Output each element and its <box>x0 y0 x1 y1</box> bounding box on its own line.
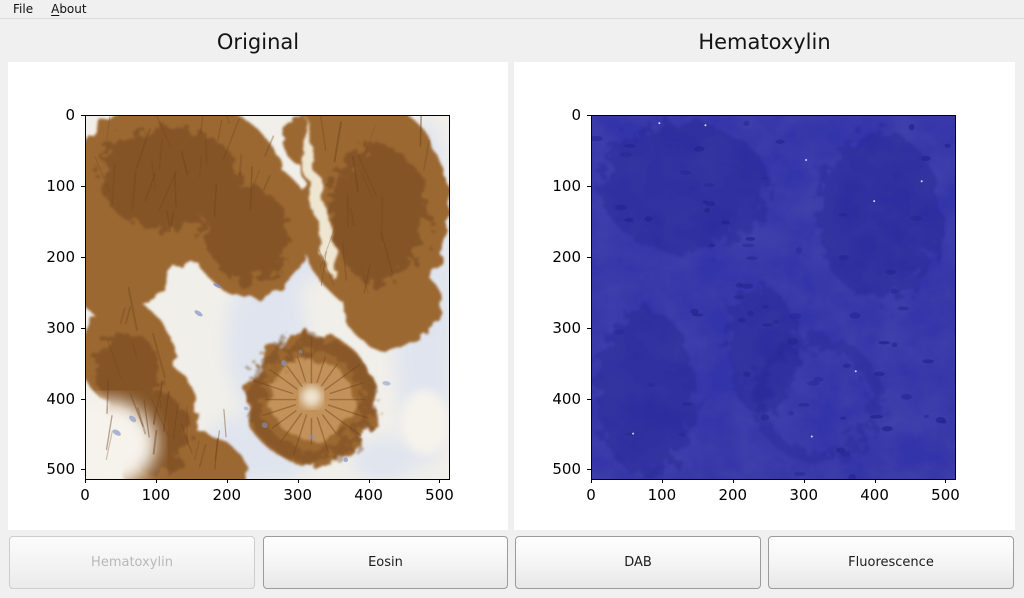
x-tick-label: 300 <box>283 486 312 504</box>
x-tick-label: 400 <box>354 486 383 504</box>
x-tick-label: 100 <box>141 486 171 504</box>
x-tick-label: 200 <box>718 486 748 504</box>
y-tickmark <box>81 469 85 471</box>
y-tick-label: 0 <box>571 106 581 124</box>
hematoxylin-panel-title: Hematoxylin <box>698 30 831 54</box>
eosin-button[interactable]: Eosin <box>263 536 508 589</box>
x-tickmark <box>439 479 441 483</box>
x-tickmark <box>732 479 734 483</box>
y-tickmark <box>81 398 85 400</box>
y-tick-label: 500 <box>552 460 581 479</box>
x-tickmark <box>85 479 86 483</box>
y-tick-label: 400 <box>552 389 581 408</box>
y-tickmark <box>81 327 85 329</box>
y-tick-label: 300 <box>46 318 75 337</box>
x-tick-label: 200 <box>212 486 242 504</box>
x-tickmark <box>368 479 370 483</box>
menu-item-file[interactable]: File <box>4 0 42 19</box>
x-tickmark <box>155 479 157 483</box>
y-tickmark <box>81 256 85 258</box>
y-tick-label: 100 <box>552 176 581 195</box>
y-tickmark <box>587 469 591 471</box>
y-tickmark <box>81 185 85 187</box>
hematoxylin-channel-image <box>592 116 955 479</box>
y-tickmark <box>587 185 591 187</box>
dab-button[interactable]: DAB <box>515 536 761 589</box>
hematoxylin-plot-frame <box>591 115 956 480</box>
menu-bar: File About <box>0 0 1024 19</box>
x-tick-label: 500 <box>425 486 454 504</box>
y-tick-label: 300 <box>552 318 581 337</box>
menu-item-about[interactable]: About <box>42 0 96 19</box>
x-tick-label: 300 <box>789 486 818 504</box>
y-tick-label: 0 <box>65 106 75 124</box>
x-tickmark <box>803 479 805 483</box>
y-tickmark <box>587 327 591 329</box>
y-tick-label: 500 <box>46 460 75 479</box>
y-tick-label: 100 <box>46 176 75 195</box>
y-tickmark <box>587 398 591 400</box>
y-tickmark <box>81 115 85 116</box>
x-tickmark <box>661 479 663 483</box>
y-tickmark <box>587 115 591 116</box>
y-tickmark <box>587 256 591 258</box>
x-tickmark <box>874 479 876 483</box>
x-tickmark <box>297 479 299 483</box>
x-tickmark <box>226 479 228 483</box>
x-tick-label: 400 <box>860 486 889 504</box>
original-plot-frame <box>85 115 450 480</box>
x-tickmark <box>945 479 947 483</box>
x-tickmark <box>591 479 592 483</box>
original-panel-title: Original <box>216 30 300 54</box>
original-histology-image <box>86 116 449 479</box>
hematoxylin-button[interactable]: Hematoxylin <box>9 536 255 589</box>
rosette-lumen <box>300 386 323 408</box>
white-side-patch <box>400 389 449 455</box>
hematoxylin-figure-panel: 0 100 200 300 400 500 0 100 200 300 400 500 <box>514 62 1015 530</box>
y-tick-label: 400 <box>46 389 75 408</box>
fluorescence-button[interactable]: Fluorescence <box>768 536 1014 589</box>
x-tick-label: 0 <box>80 486 90 504</box>
y-tick-label: 200 <box>552 247 581 266</box>
x-tick-label: 100 <box>647 486 677 504</box>
x-tick-label: 500 <box>931 486 960 504</box>
original-figure-panel: 0 100 200 300 400 500 0 100 200 300 400 500 <box>8 62 508 530</box>
y-tick-label: 200 <box>46 247 75 266</box>
x-tick-label: 0 <box>586 486 596 504</box>
